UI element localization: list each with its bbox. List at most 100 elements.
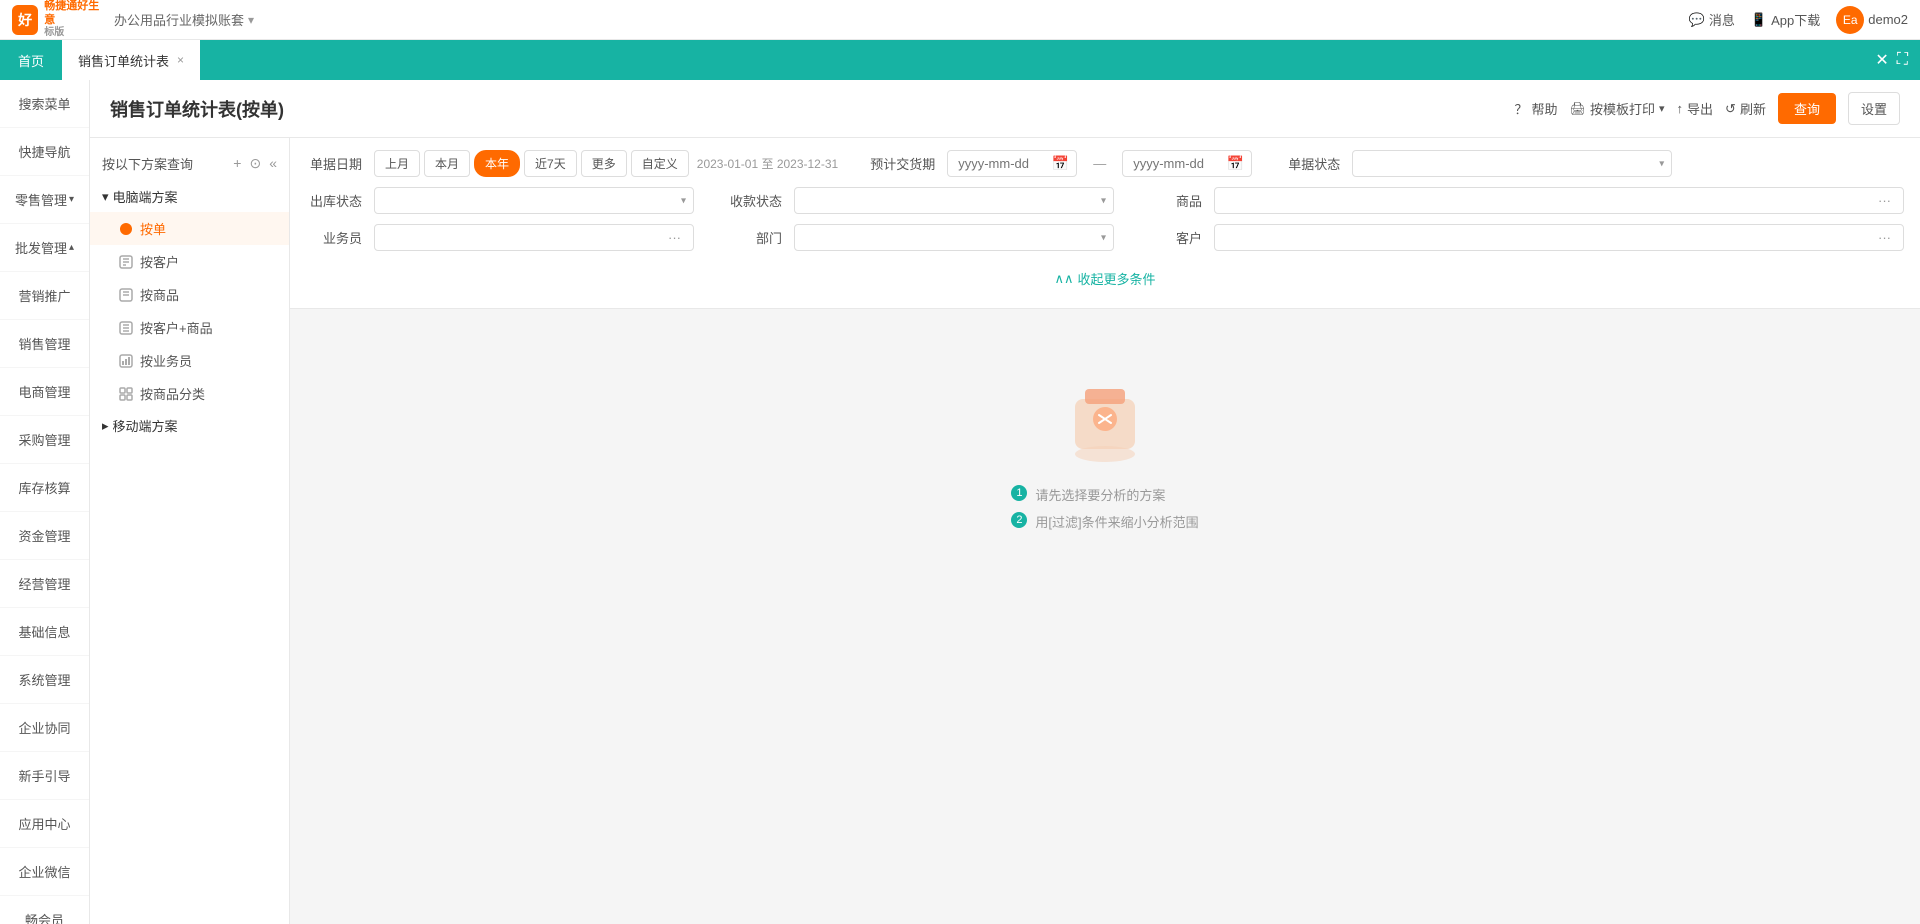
receipt-status-select-wrap: ▾ [794,187,1114,214]
out-status-select[interactable] [374,187,694,214]
sidebar-item-enterprise[interactable]: 企业协同 [0,704,89,752]
pc-scheme-group: ▾ 电脑端方案 按单 按客户 [90,181,289,410]
scheme-item-by-product[interactable]: 按商品 [90,278,289,311]
logo-subtitle: 标版 [44,27,102,39]
export-btn[interactable]: ↑ 导出 [1677,99,1714,118]
date-more-btn[interactable]: 更多 [581,150,627,177]
customer-more-btn[interactable]: ··· [1874,230,1895,245]
sidebar-item-retail[interactable]: 零售管理 ▾ [0,176,89,224]
left-panel-title: 按以下方案查询 [102,154,193,173]
delivery-date-label: 预计交货期 [870,154,935,173]
date-this-month-btn[interactable]: 本月 [424,150,470,177]
tab-home[interactable]: 首页 [0,40,62,80]
salesperson-input[interactable] [383,230,664,245]
salesperson-more-btn[interactable]: ··· [664,230,685,245]
sidebar-item-sales[interactable]: 销售管理 [0,320,89,368]
mobile-group-header[interactable]: ▸ 移动端方案 [90,410,289,441]
sidebar-item-purchase[interactable]: 采购管理 [0,416,89,464]
refresh-btn[interactable]: ↺ 刷新 [1725,99,1766,118]
scheme-settings-btn[interactable]: ⊙ [249,155,261,172]
sidebar: 搜索菜单 快捷导航 零售管理 ▾ 批发管理 ▴ 营销推广 销售管理 电商管理 采… [0,80,90,924]
scheme-by-salesperson-label: 按业务员 [140,351,192,370]
goods-input[interactable] [1223,193,1874,208]
left-panel: 按以下方案查询 + ⊙ « ▾ 电脑端方案 [90,138,290,924]
sidebar-item-system[interactable]: 系统管理 [0,656,89,704]
page-header-actions: ？ 帮助 🖨 按模板打印 ▾ ↑ 导出 ↺ 刷新 查询 [1514,92,1900,125]
tabbar: 首页 销售订单统计表 × ✕ ⛶ [0,40,1920,80]
filter-row-1: 单据日期 上月 本月 本年 近7天 更多 自定义 2023-01-01 至 20… [306,150,1904,177]
customer-input-wrap: ··· [1214,224,1904,251]
message-btn[interactable]: 💬 消息 [1689,10,1735,29]
query-btn[interactable]: 查询 [1778,93,1836,124]
logo: 好 畅捷通好生意 标版 [12,0,102,38]
user-menu[interactable]: Ea demo2 [1836,6,1908,34]
collapse-panel-btn[interactable]: « [269,155,277,172]
collapse-btn[interactable]: ∧∧ 收起更多条件 [1054,269,1155,288]
delivery-date-start-icon: 📅 [1052,155,1069,172]
status-select[interactable] [1352,150,1672,177]
sidebar-item-quick-nav[interactable]: 快捷导航 [0,128,89,176]
sidebar-item-operation[interactable]: 经营管理 [0,560,89,608]
logo-icon: 好 [12,5,38,35]
sidebar-item-ecommerce[interactable]: 电商管理 [0,368,89,416]
empty-tip-2: 2 用[过滤]条件来缩小分析范围 [1011,512,1198,531]
scheme-item-by-cust-prod[interactable]: 按客户+商品 [90,311,289,344]
dept-select[interactable] [794,224,1114,251]
customer-label: 客户 [1146,228,1202,247]
out-status-select-wrap: ▾ [374,187,694,214]
sidebar-item-finance[interactable]: 资金管理 [0,512,89,560]
refresh-icon: ↺ [1725,101,1736,117]
sidebar-item-wechat[interactable]: 企业微信 [0,848,89,896]
receipt-status-select[interactable] [794,187,1114,214]
window-expand-btn[interactable]: ⛶ [1897,50,1908,70]
add-scheme-btn[interactable]: + [233,155,241,172]
scheme-by-category-label: 按商品分类 [140,384,205,403]
tab-close-icon[interactable]: × [177,53,184,67]
scheme-item-by-order[interactable]: 按单 [90,212,289,245]
out-status-label: 出库状态 [306,191,362,210]
goods-input-wrap: ··· [1214,187,1904,214]
date-custom-btn[interactable]: 自定义 [631,150,689,177]
customer-input[interactable] [1223,230,1874,245]
help-btn[interactable]: ？ 帮助 [1514,99,1557,118]
setting-btn[interactable]: 设置 [1848,92,1900,125]
app-download-btn[interactable]: 📱 App下载 [1751,10,1820,29]
split-layout: 按以下方案查询 + ⊙ « ▾ 电脑端方案 [90,138,1920,924]
scheme-by-product-label: 按商品 [140,285,179,304]
content: 销售订单统计表(按单) ？ 帮助 🖨 按模板打印 ▾ ↑ 导出 ↺ 刷新 [90,80,1920,924]
sidebar-item-inventory[interactable]: 库存核算 [0,464,89,512]
sidebar-item-search-menu[interactable]: 搜索菜单 [0,80,89,128]
tab-sales-order[interactable]: 销售订单统计表 × [62,40,200,80]
window-close-btn[interactable]: ✕ [1875,50,1888,70]
sidebar-item-wholesale[interactable]: 批发管理 ▴ [0,224,89,272]
app-selector[interactable]: 办公用品行业模拟账套 ▾ [114,10,1677,29]
pc-group-header[interactable]: ▾ 电脑端方案 [90,181,289,212]
goods-more-btn[interactable]: ··· [1874,193,1895,208]
left-panel-header: 按以下方案查询 + ⊙ « [90,146,289,181]
scheme-by-customer-icon [118,254,134,270]
scheme-by-product-icon [118,287,134,303]
tab-sales-order-label: 销售订单统计表 [78,51,169,70]
scheme-by-order-icon [118,221,134,237]
scheme-by-order-label: 按单 [140,219,166,238]
scheme-item-by-salesperson[interactable]: 按业务员 [90,344,289,377]
sidebar-item-basic[interactable]: 基础信息 [0,608,89,656]
date-last7-btn[interactable]: 近7天 [524,150,577,177]
date-last-month-btn[interactable]: 上月 [374,150,420,177]
print-btn[interactable]: 🖨 按模板打印 ▾ [1569,99,1664,118]
sidebar-retail-arrow: ▾ [69,194,74,205]
scheme-item-by-customer[interactable]: 按客户 [90,245,289,278]
status-select-wrap: ▾ [1352,150,1672,177]
sidebar-item-newbie[interactable]: 新手引导 [0,752,89,800]
date-separator: — [1089,156,1110,171]
date-this-year-btn[interactable]: 本年 [474,150,520,177]
sidebar-item-member[interactable]: 畅会员 [0,896,89,924]
scheme-by-customer-label: 按客户 [140,252,179,271]
sidebar-item-marketing[interactable]: 营销推广 [0,272,89,320]
app-name: 办公用品行业模拟账套 [114,10,244,29]
avatar: Ea [1836,6,1864,34]
scheme-item-by-category[interactable]: 按商品分类 [90,377,289,410]
app-selector-arrow: ▾ [248,13,254,27]
sidebar-item-appstore[interactable]: 应用中心 [0,800,89,848]
tabbar-window-actions: ✕ ⛶ [1875,50,1920,70]
